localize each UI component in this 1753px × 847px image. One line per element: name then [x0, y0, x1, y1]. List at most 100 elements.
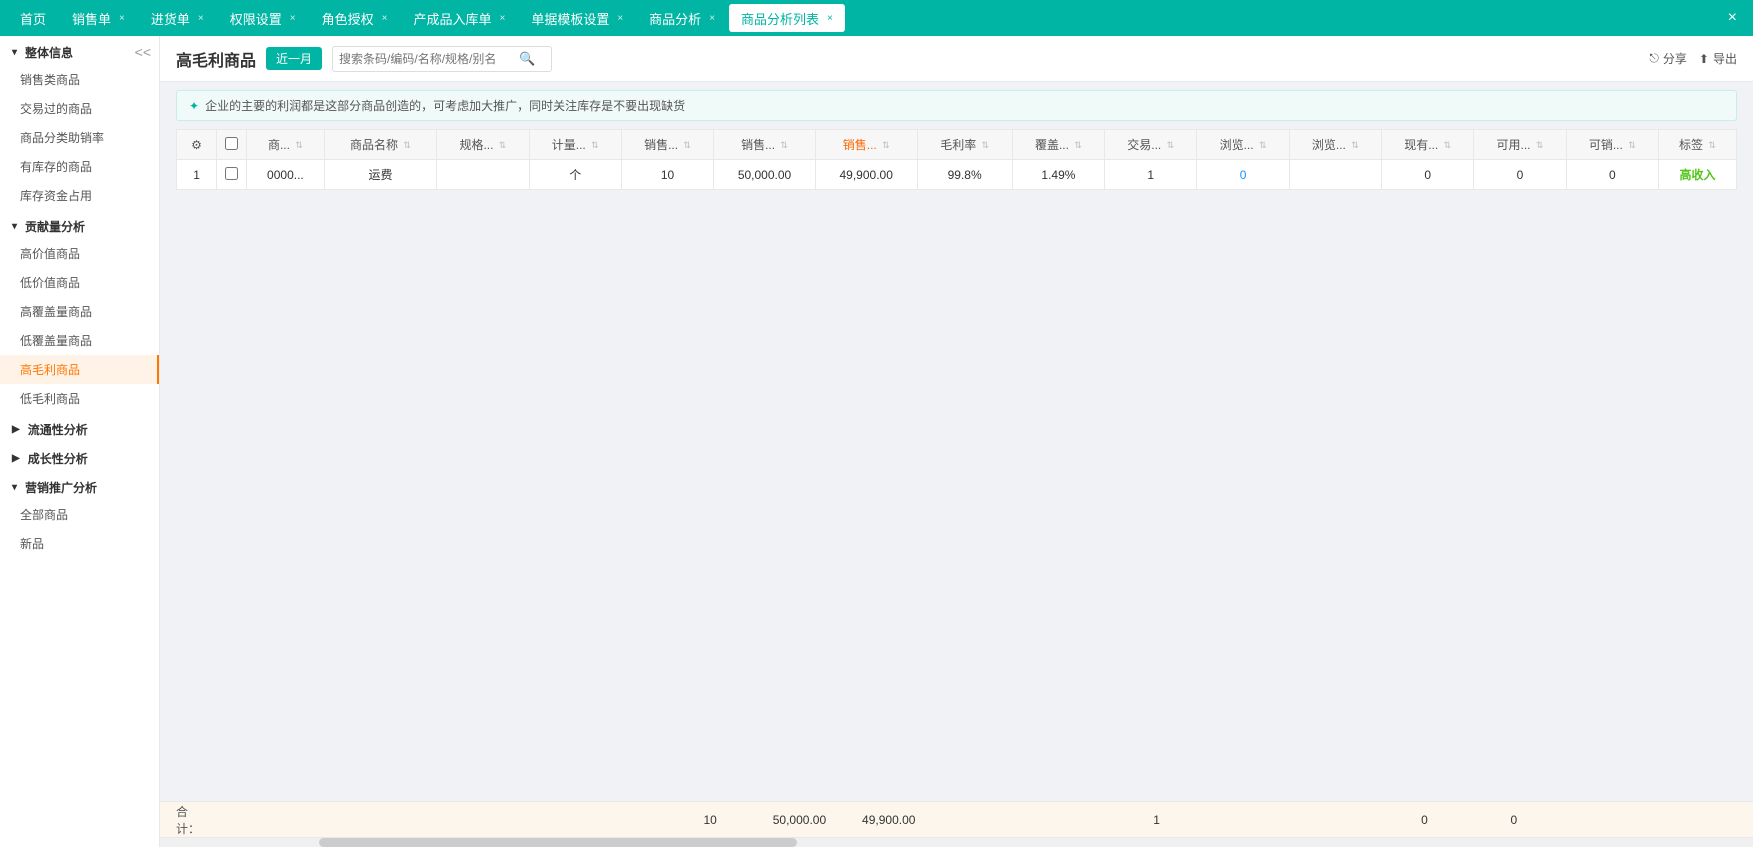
share-icon: ⎋ — [1649, 51, 1659, 66]
sort-icon-4[interactable]: ⇅ — [591, 140, 599, 151]
sort-icon-6[interactable]: ⇅ — [780, 140, 788, 151]
nav-tab-purchase-close[interactable]: × — [198, 13, 204, 24]
th-coverage[interactable]: 覆盖... ⇅ — [1012, 130, 1104, 160]
th-browse2[interactable]: 浏览... ⇅ — [1289, 130, 1381, 160]
browse-link[interactable]: 0 — [1240, 168, 1247, 182]
nav-tab-role-close[interactable]: × — [382, 13, 388, 24]
th-margin[interactable]: 毛利率 ⇅ — [917, 130, 1012, 160]
sidebar-item-high-margin[interactable]: 高毛利商品 — [0, 355, 159, 384]
nav-tab-analysis-list[interactable]: 商品分析列表 × — [729, 4, 845, 32]
sort-icon-15[interactable]: ⇅ — [1628, 140, 1636, 151]
nav-tab-analysis-list-close[interactable]: × — [827, 13, 833, 24]
top-nav-right: × — [1720, 9, 1745, 27]
nav-tab-role[interactable]: 角色授权 × — [310, 4, 400, 32]
th-stock2[interactable]: 可用... ⇅ — [1474, 130, 1566, 160]
sort-icon-7[interactable]: ⇅ — [882, 140, 890, 151]
sort-icon-9[interactable]: ⇅ — [1074, 140, 1082, 151]
nav-tab-permission-close[interactable]: × — [290, 13, 296, 24]
nav-tab-template[interactable]: 单据模板设置 × — [519, 4, 635, 32]
th-tag[interactable]: 标签 ⇅ — [1658, 130, 1736, 160]
th-name[interactable]: 商品名称 ⇅ — [324, 130, 437, 160]
nav-tab-analysis-close[interactable]: × — [709, 13, 715, 24]
export-icon: ⬆ — [1699, 52, 1709, 66]
sidebar-item-traded-goods[interactable]: 交易过的商品 — [0, 94, 159, 123]
th-trade[interactable]: 交易... ⇅ — [1105, 130, 1197, 160]
sidebar-item-low-coverage[interactable]: 低覆盖量商品 — [0, 326, 159, 355]
th-sales2[interactable]: 销售... ⇅ — [714, 130, 816, 160]
notice-icon: ✦ — [189, 99, 199, 113]
sidebar-item-new-goods[interactable]: 新品 — [0, 529, 159, 558]
th-code[interactable]: 商... ⇅ — [247, 130, 325, 160]
sort-icon-3[interactable]: ⇅ — [499, 140, 507, 151]
sidebar-item-category-rate[interactable]: 商品分类助销率 — [0, 123, 159, 152]
sort-icon-14[interactable]: ⇅ — [1536, 140, 1544, 151]
table-row: 1 0000... 运费 个 10 50,000.00 49,900.00 99… — [177, 160, 1737, 190]
window-close-button[interactable]: × — [1720, 9, 1745, 26]
sidebar-group-marketing[interactable]: ▾ 营销推广分析 — [0, 471, 159, 500]
th-spec[interactable]: 规格... ⇅ — [437, 130, 529, 160]
nav-tab-analysis[interactable]: 商品分析 × — [637, 4, 727, 32]
sidebar-item-inventory-goods[interactable]: 有库存的商品 — [0, 152, 159, 181]
nav-tab-template-close[interactable]: × — [617, 13, 623, 24]
sidebar: << ▾ 整体信息 销售类商品 交易过的商品 商品分类助销率 有库存的商品 库存… — [0, 36, 160, 847]
footer-total-label: 合计： — [176, 803, 211, 837]
select-all-checkbox[interactable] — [225, 137, 238, 150]
sort-icon-11[interactable]: ⇅ — [1259, 140, 1267, 151]
sidebar-item-inventory-fund[interactable]: 库存资金占用 — [0, 181, 159, 210]
nav-tab-product-in[interactable]: 产成品入库单 × — [401, 4, 517, 32]
footer-spacer4 — [487, 813, 576, 827]
row-col11: 0 — [1566, 160, 1658, 190]
filter-recent-month-button[interactable]: 近一月 — [266, 47, 322, 70]
sort-icon-8[interactable]: ⇅ — [982, 140, 990, 151]
nav-tab-sales[interactable]: 销售单 × — [60, 4, 137, 32]
share-button[interactable]: ⎋ 分享 — [1649, 50, 1687, 67]
horizontal-scrollbar[interactable] — [160, 837, 1753, 847]
row-col7[interactable]: 0 — [1197, 160, 1289, 190]
th-sellable[interactable]: 可销... ⇅ — [1566, 130, 1658, 160]
sidebar-group-growth[interactable]: ▶ 成长性分析 — [0, 442, 159, 471]
sidebar-item-sales-goods[interactable]: 销售类商品 — [0, 65, 159, 94]
search-box[interactable]: 🔍 — [332, 46, 552, 72]
sidebar-item-high-value[interactable]: 高价值商品 — [0, 239, 159, 268]
nav-tab-permission[interactable]: 权限设置 × — [218, 4, 308, 32]
sidebar-group-flow[interactable]: ▶ 流通性分析 — [0, 413, 159, 442]
main-layout: << ▾ 整体信息 销售类商品 交易过的商品 商品分类助销率 有库存的商品 库存… — [0, 36, 1753, 847]
sort-icon-10[interactable]: ⇅ — [1167, 140, 1175, 151]
export-button[interactable]: ⬆ 导出 — [1699, 50, 1737, 67]
th-sales1[interactable]: 销售... ⇅ — [621, 130, 713, 160]
sidebar-item-low-value[interactable]: 低价值商品 — [0, 268, 159, 297]
footer-col9: 0 — [1380, 813, 1469, 827]
nav-tab-product-in-close[interactable]: × — [499, 13, 505, 24]
sidebar-item-all-goods[interactable]: 全部商品 — [0, 500, 159, 529]
footer-spacer2 — [308, 813, 397, 827]
search-input[interactable] — [339, 52, 519, 66]
sort-icon-12[interactable]: ⇅ — [1351, 140, 1359, 151]
sidebar-item-low-margin[interactable]: 低毛利商品 — [0, 384, 159, 413]
th-settings[interactable]: ⚙ — [177, 130, 217, 160]
th-stock1[interactable]: 现有... ⇅ — [1382, 130, 1474, 160]
sidebar-collapse-button[interactable]: << — [135, 44, 151, 60]
nav-tab-sales-close[interactable]: × — [119, 13, 125, 24]
settings-icon[interactable]: ⚙ — [191, 138, 202, 152]
nav-home[interactable]: 首页 — [8, 9, 58, 28]
table-header-row: ⚙ 商... ⇅ 商品名称 ⇅ — [177, 130, 1737, 160]
scrollbar-thumb[interactable] — [319, 838, 797, 847]
sort-icon-2[interactable]: ⇅ — [403, 140, 411, 151]
th-sales3[interactable]: 销售... ⇅ — [815, 130, 917, 160]
table-container[interactable]: ⚙ 商... ⇅ 商品名称 ⇅ — [160, 129, 1753, 801]
nav-tab-purchase[interactable]: 进货单 × — [139, 4, 216, 32]
th-unit[interactable]: 计量... ⇅ — [529, 130, 621, 160]
chevron-down-icon-2: ▾ — [12, 221, 17, 232]
sort-icon-13[interactable]: ⇅ — [1444, 140, 1452, 151]
sort-icon-5[interactable]: ⇅ — [683, 140, 691, 151]
footer-col3: 49,900.00 — [844, 813, 933, 827]
search-icon[interactable]: 🔍 — [519, 51, 535, 67]
sidebar-item-high-coverage[interactable]: 高覆盖量商品 — [0, 297, 159, 326]
sort-icon-16[interactable]: ⇅ — [1708, 140, 1716, 151]
row-checkbox-cell[interactable] — [217, 160, 247, 190]
th-browse1[interactable]: 浏览... ⇅ — [1197, 130, 1289, 160]
sort-icon[interactable]: ⇅ — [295, 140, 303, 151]
th-checkbox[interactable] — [217, 130, 247, 160]
sidebar-group-contribution[interactable]: ▾ 贡献量分析 — [0, 210, 159, 239]
row-checkbox[interactable] — [225, 167, 238, 180]
